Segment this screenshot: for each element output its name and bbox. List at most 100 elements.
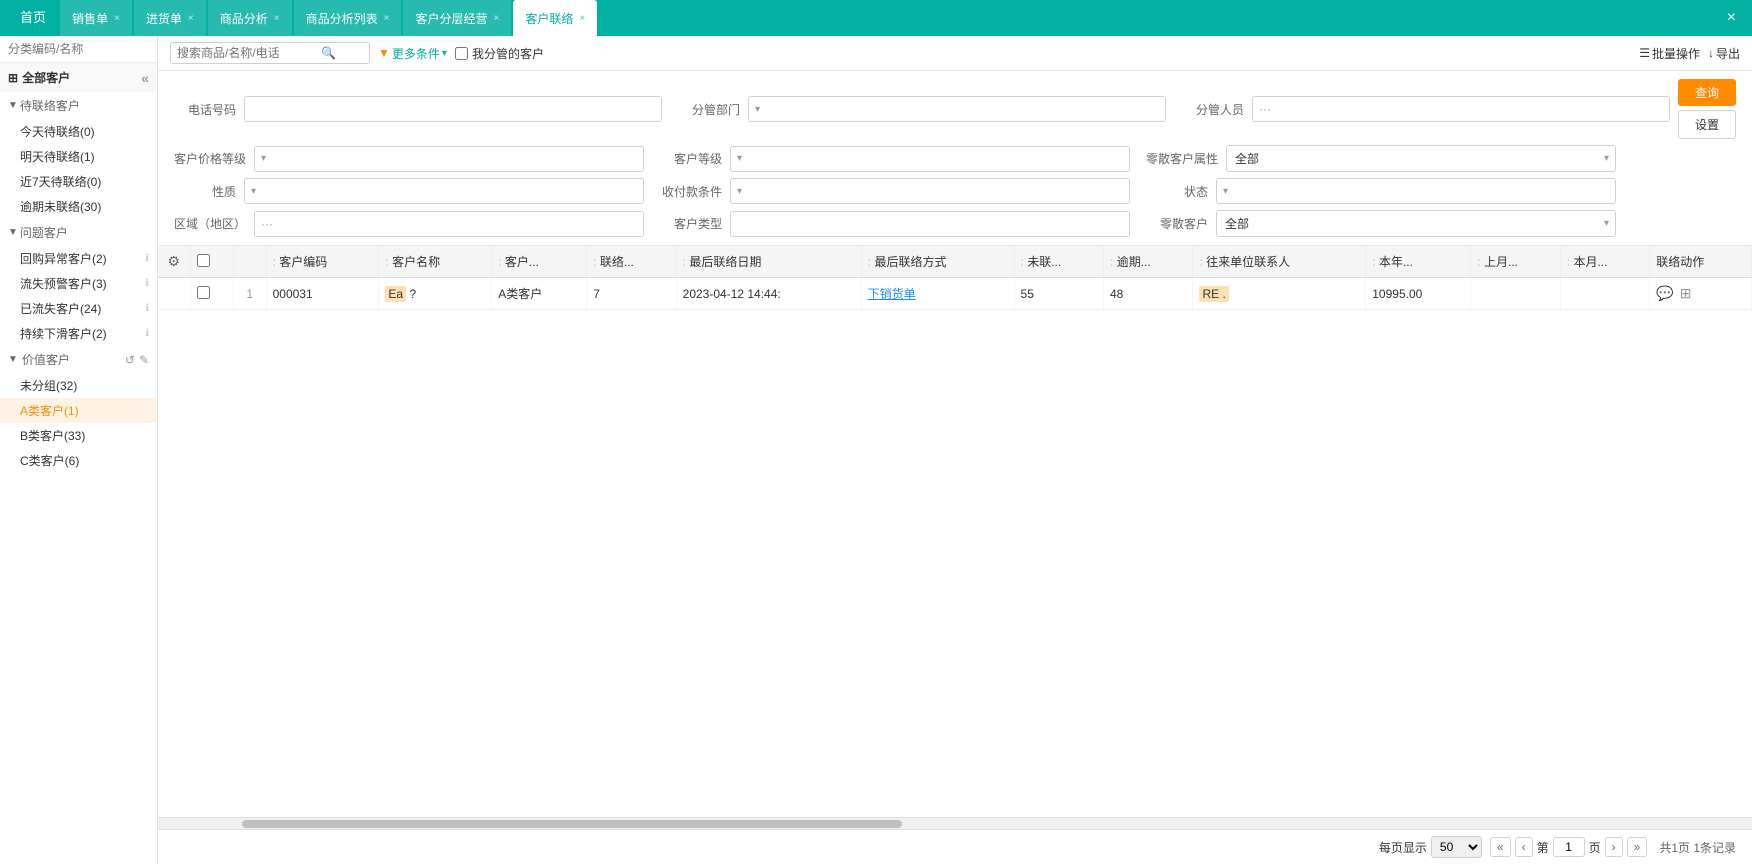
col-overdue[interactable]: : 逾期... xyxy=(1104,246,1193,278)
sidebar-item-class-c[interactable]: C类客户(6) xyxy=(0,448,157,473)
sidebar-item-class-a[interactable]: A类客户(1) xyxy=(0,398,157,423)
retail-attr-select[interactable]: 全部 xyxy=(1226,145,1616,172)
status-select[interactable] xyxy=(1216,178,1616,204)
nav-tab-purchase-close[interactable]: × xyxy=(188,13,194,24)
col-last-method[interactable]: : 最后联络方式 xyxy=(861,246,1014,278)
last-page-button[interactable]: » xyxy=(1627,837,1648,857)
sidebar-item-ungrouped[interactable]: 未分组(32) xyxy=(0,373,157,398)
value-refresh-icon[interactable]: ↺ xyxy=(125,353,135,367)
sidebar-item-lost[interactable]: 已流失客户(24) ℹ xyxy=(0,296,157,321)
batch-op-button[interactable]: ☰ 批量操作 xyxy=(1639,45,1700,62)
page-number-input[interactable] xyxy=(1553,837,1585,857)
select-all-checkbox[interactable] xyxy=(197,254,210,267)
col-settings[interactable]: ⚙ xyxy=(158,246,190,278)
next-page-button[interactable]: › xyxy=(1605,837,1623,857)
nature-select[interactable] xyxy=(244,178,644,204)
info-icon-1[interactable]: ℹ xyxy=(145,253,149,264)
nav-tab-customer-contact-close[interactable]: × xyxy=(579,13,585,24)
payment-select[interactable] xyxy=(730,178,1130,204)
col-unit-contact[interactable]: : 往来单位联系人 xyxy=(1193,246,1366,278)
nav-tab-analysis-close[interactable]: × xyxy=(274,13,280,24)
col-divider-level: : xyxy=(498,255,501,269)
sidebar-group-pending[interactable]: ▼ 待联络客户 xyxy=(0,92,157,119)
sidebar-item-declining[interactable]: 持续下滑客户(2) ℹ xyxy=(0,321,157,346)
dept-select[interactable] xyxy=(748,96,1166,122)
col-this-year[interactable]: : 本年... xyxy=(1366,246,1471,278)
sidebar-item-class-b[interactable]: B类客户(33) xyxy=(0,423,157,448)
sidebar-item-overdue-pending[interactable]: 逾期未联络(30) xyxy=(0,194,157,219)
sidebar: 🔍 ⊞ 全部客户 « ▼ 待联络客户 今天待联络(0) 明天待联络(1) 近7天… xyxy=(0,36,158,864)
customer-level-select[interactable] xyxy=(730,146,1130,172)
sidebar-all-customers[interactable]: ⊞ 全部客户 « xyxy=(0,63,157,92)
chat-action-icon[interactable]: 💬 xyxy=(1656,285,1673,302)
col-action[interactable]: 联络动作 xyxy=(1650,246,1752,278)
grid-action-icon[interactable]: ⊞ xyxy=(1680,285,1692,302)
last-method-link[interactable]: 下销货单 xyxy=(868,287,916,301)
col-last-month[interactable]: : 上月... xyxy=(1471,246,1560,278)
nav-tab-customer-mgmt[interactable]: 客户分层经营 × xyxy=(403,0,511,36)
nav-tab-sales-close[interactable]: × xyxy=(114,13,120,24)
nav-tab-sales[interactable]: 销售单 × xyxy=(60,0,132,36)
export-button[interactable]: ↓ 导出 xyxy=(1708,45,1740,62)
info-icon-4[interactable]: ℹ xyxy=(145,328,149,339)
info-icon-2[interactable]: ℹ xyxy=(145,278,149,289)
col-this-month[interactable]: : 本月... xyxy=(1560,246,1649,278)
table-settings-icon[interactable]: ⚙ xyxy=(167,253,180,269)
nav-tab-analysis[interactable]: 商品分析 × xyxy=(208,0,292,36)
nav-tab-customer-contact[interactable]: 客户联络 × xyxy=(513,0,597,36)
region-input[interactable] xyxy=(254,211,644,237)
window-close-button[interactable]: × xyxy=(1719,9,1744,27)
set-button[interactable]: 设置 xyxy=(1678,110,1736,139)
sidebar-item-today-pending[interactable]: 今天待联络(0) xyxy=(0,119,157,144)
filter-search-input[interactable] xyxy=(177,46,317,60)
col-level[interactable]: : 客户... xyxy=(492,246,587,278)
sidebar-search-input[interactable] xyxy=(8,42,158,56)
sidebar-item-tomorrow-pending[interactable]: 明天待联络(1) xyxy=(0,144,157,169)
value-edit-icon[interactable]: ✎ xyxy=(139,353,149,367)
filter-search-box[interactable]: 🔍 xyxy=(170,42,370,64)
scroll-thumb[interactable] xyxy=(242,820,902,828)
row-checkbox[interactable] xyxy=(197,286,210,299)
first-page-button[interactable]: « xyxy=(1490,837,1511,857)
info-icon-3[interactable]: ℹ xyxy=(145,303,149,314)
col-uncontacted[interactable]: : 未联... xyxy=(1014,246,1103,278)
query-button[interactable]: 查询 xyxy=(1678,79,1736,106)
row-checkbox-cell[interactable] xyxy=(190,278,233,310)
col-code[interactable]: : 客户编码 xyxy=(266,246,379,278)
my-customer-check[interactable] xyxy=(455,47,468,60)
col-divider-contact: : xyxy=(593,255,596,269)
price-level-select[interactable] xyxy=(254,146,644,172)
sidebar-collapse-button[interactable]: « xyxy=(141,70,149,86)
col-checkbox[interactable] xyxy=(190,246,233,278)
filter-search-icon[interactable]: 🔍 xyxy=(321,46,336,60)
horizontal-scrollbar[interactable] xyxy=(158,817,1752,829)
sidebar-group-problem[interactable]: ▼ 问题客户 xyxy=(0,219,157,246)
more-filter-button[interactable]: ▼ 更多条件 ▾ xyxy=(378,45,447,62)
col-name-label: 客户名称 xyxy=(392,255,440,269)
nav-tab-purchase[interactable]: 进货单 × xyxy=(134,0,206,36)
customer-type-input[interactable] xyxy=(730,211,1130,237)
sidebar-item-repurchase-abnormal[interactable]: 回购异常客户(2) ℹ xyxy=(0,246,157,271)
batch-op-icon: ☰ xyxy=(1639,46,1650,60)
my-customer-label: 我分管的客户 xyxy=(472,45,544,62)
manager-input[interactable] xyxy=(1252,96,1670,122)
phone-input[interactable] xyxy=(244,96,662,122)
sidebar-item-loss-warning[interactable]: 流失预警客户(3) ℹ xyxy=(0,271,157,296)
col-uncontacted-label: 未联... xyxy=(1027,255,1061,269)
sidebar-group-value[interactable]: ▼ 价值客户 ↺ ✎ xyxy=(0,346,157,373)
col-last-date[interactable]: : 最后联络日期 xyxy=(676,246,861,278)
batch-op-label: 批量操作 xyxy=(1652,45,1700,62)
retail-customer-select[interactable]: 全部 xyxy=(1216,210,1616,237)
nav-tab-customer-mgmt-close[interactable]: × xyxy=(493,13,499,24)
nav-home[interactable]: 首页 xyxy=(8,0,58,36)
col-divider-tm: : xyxy=(1567,255,1570,269)
col-this-month-label: 本月... xyxy=(1573,255,1607,269)
col-name[interactable]: : 客户名称 xyxy=(379,246,492,278)
my-customer-checkbox[interactable]: 我分管的客户 xyxy=(455,45,544,62)
page-size-select[interactable]: 50 100 200 xyxy=(1431,836,1482,858)
prev-page-button[interactable]: ‹ xyxy=(1515,837,1533,857)
sidebar-item-7days-pending[interactable]: 近7天待联络(0) xyxy=(0,169,157,194)
nav-tab-analysis-list-close[interactable]: × xyxy=(384,13,390,24)
col-contact[interactable]: : 联络... xyxy=(587,246,676,278)
nav-tab-analysis-list[interactable]: 商品分析列表 × xyxy=(294,0,402,36)
